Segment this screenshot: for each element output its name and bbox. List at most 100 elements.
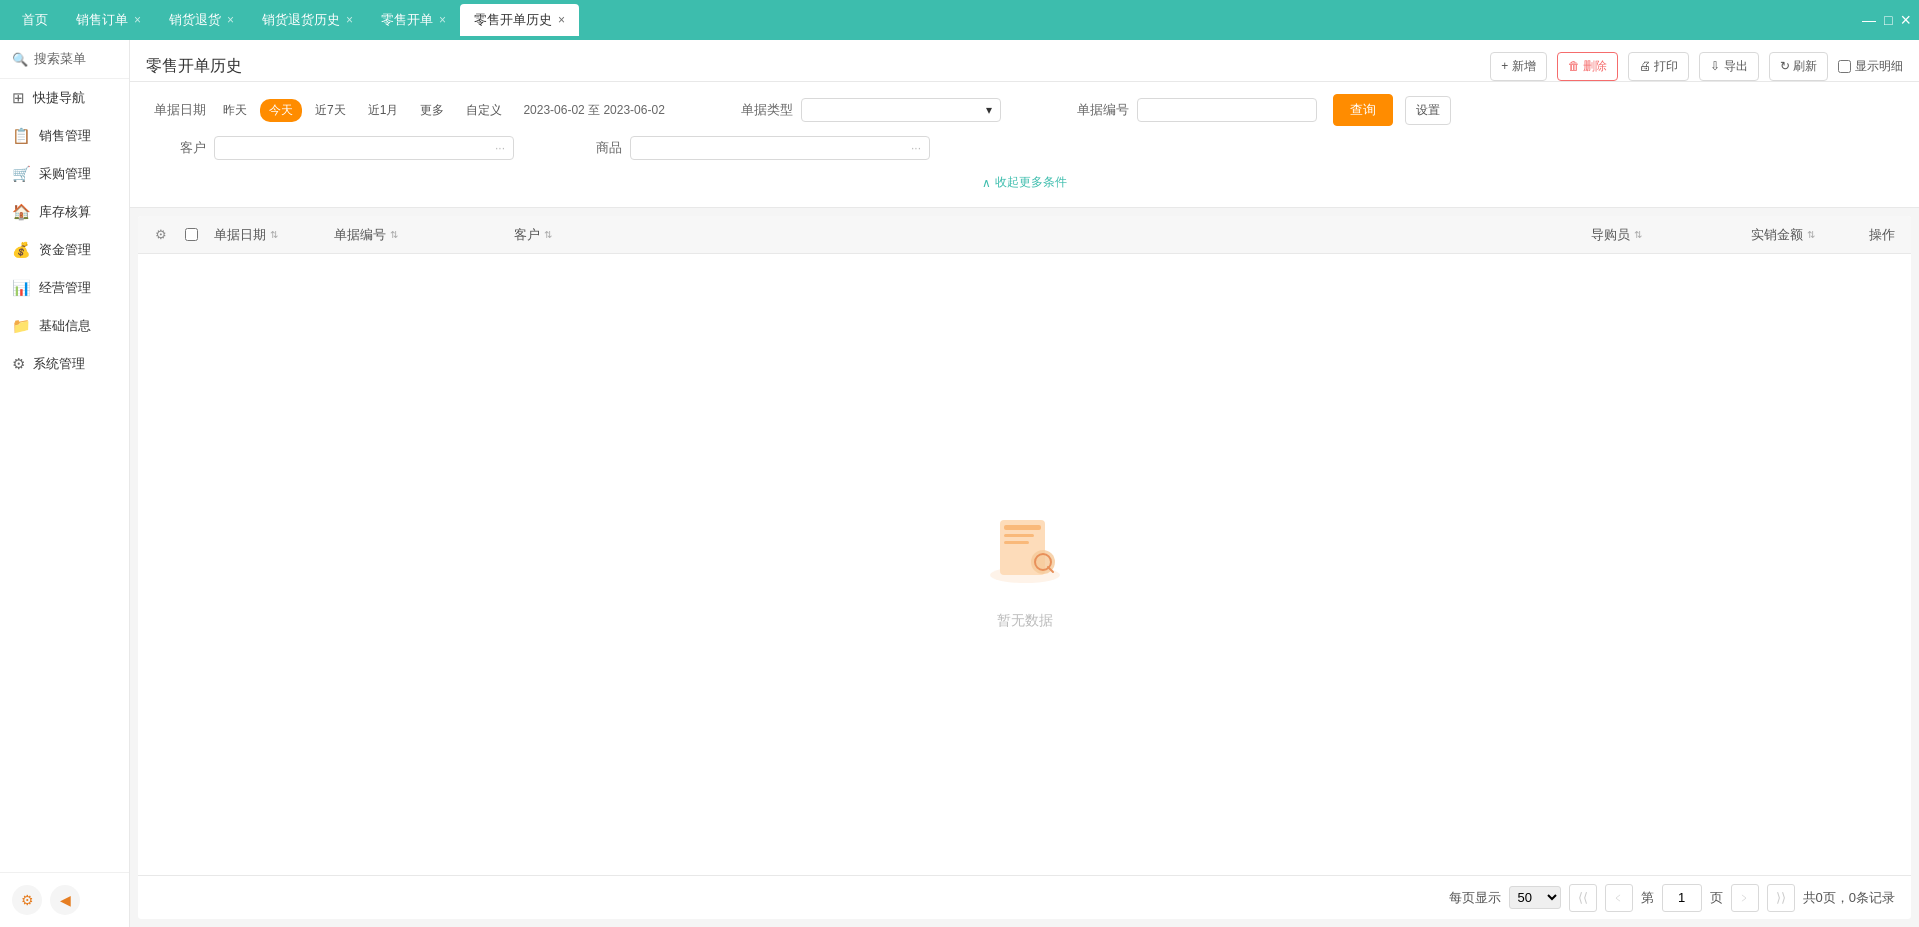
prev-page-btn[interactable]: ﹤ (1605, 884, 1633, 912)
date-last7-btn[interactable]: 近7天 (306, 99, 355, 122)
sidebar-item-finance-label: 资金管理 (39, 241, 91, 259)
first-page-btn[interactable]: ⟨⟨ (1569, 884, 1597, 912)
show-detail-text: 显示明细 (1855, 58, 1903, 75)
sidebar-item-inventory-label: 库存核算 (39, 203, 91, 221)
th-checkbox[interactable] (176, 228, 206, 241)
th-date[interactable]: 单据日期 ⇅ (206, 226, 326, 244)
total-label: 共0页，0条记录 (1803, 889, 1895, 907)
window-controls: — □ × (1862, 10, 1911, 31)
sidebar-item-system[interactable]: ⚙ 系统管理 (0, 345, 129, 383)
show-detail-label[interactable]: 显示明细 (1838, 58, 1903, 75)
per-page-label: 每页显示 (1449, 889, 1501, 907)
goods-select[interactable]: ··· (630, 136, 930, 160)
tab-sales-return-history[interactable]: 销货退货历史 × (248, 4, 367, 36)
date-more-btn[interactable]: 更多 (411, 99, 453, 122)
date-yesterday-btn[interactable]: 昨天 (214, 99, 256, 122)
table-header: ⚙ 单据日期 ⇅ 单据编号 ⇅ 客户 ⇅ 导购员 (138, 216, 1911, 254)
table-area: ⚙ 单据日期 ⇅ 单据编号 ⇅ 客户 ⇅ 导购员 (138, 216, 1911, 919)
settings-icon: ⚙ (155, 227, 167, 242)
operations-icon: 📊 (12, 279, 31, 297)
sidebar-settings-btn[interactable]: ⚙ (12, 885, 42, 915)
print-button[interactable]: 🖨 打印 (1628, 52, 1689, 81)
tab-sales-return-history-close[interactable]: × (346, 13, 353, 27)
sidebar-settings-icon: ⚙ (21, 892, 34, 908)
sidebar-search[interactable]: 🔍 搜索菜单 (0, 40, 129, 79)
sidebar-item-purchase-mgmt[interactable]: 🛒 采购管理 (0, 155, 129, 193)
th-customer[interactable]: 客户 ⇅ (506, 226, 1583, 244)
filter-row-customer: 客户 ··· 商品 ··· (146, 136, 1903, 160)
query-button[interactable]: 查询 (1333, 94, 1393, 126)
last-page-btn[interactable]: ⟩⟩ (1767, 884, 1795, 912)
sidebar-collapse-btn[interactable]: ◀ (50, 885, 80, 915)
sidebar-item-operations[interactable]: 📊 经营管理 (0, 269, 129, 307)
sidebar-item-basic-info[interactable]: 📁 基础信息 (0, 307, 129, 345)
sidebar-item-quick-nav-label: 快捷导航 (33, 89, 85, 107)
tab-retail-open-label: 零售开单 (381, 11, 433, 29)
svg-rect-4 (1004, 541, 1029, 544)
tab-retail-open-close[interactable]: × (439, 13, 446, 27)
th-guide[interactable]: 导购员 ⇅ (1583, 226, 1703, 244)
toolbar: + 新增 🗑 删除 🖨 打印 ⇩ 导出 ↻ 刷新 显示明细 (1490, 52, 1903, 81)
th-customer-sort-icon: ⇅ (544, 229, 552, 240)
doc-type-select[interactable]: ▾ (801, 98, 1001, 122)
settings-button[interactable]: 设置 (1405, 96, 1451, 125)
close-btn[interactable]: × (1900, 10, 1911, 31)
customer-select[interactable]: ··· (214, 136, 514, 160)
tab-sales-order[interactable]: 销售订单 × (62, 4, 155, 36)
tab-sales-return-history-label: 销货退货历史 (262, 11, 340, 29)
next-page-btn[interactable]: ﹥ (1731, 884, 1759, 912)
sidebar-footer: ⚙ ◀ (0, 872, 129, 927)
th-guide-sort-icon: ⇅ (1634, 229, 1642, 240)
th-settings[interactable]: ⚙ (146, 227, 176, 242)
sidebar-item-system-label: 系统管理 (33, 355, 85, 373)
th-guide-label: 导购员 (1591, 226, 1630, 244)
th-op-label: 操作 (1869, 226, 1895, 244)
doc-no-input[interactable] (1137, 98, 1317, 122)
doc-type-dropdown-icon: ▾ (986, 103, 992, 117)
delete-button[interactable]: 🗑 删除 (1557, 52, 1618, 81)
sidebar-item-finance[interactable]: 💰 资金管理 (0, 231, 129, 269)
empty-text: 暂无数据 (997, 612, 1053, 630)
page-input[interactable] (1662, 884, 1702, 912)
page-label-pre: 第 (1641, 889, 1654, 907)
goods-label: 商品 (562, 139, 622, 157)
tab-retail-history[interactable]: 零售开单历史 × (460, 4, 579, 36)
sidebar-item-sales-mgmt[interactable]: 📋 销售管理 (0, 117, 129, 155)
refresh-button[interactable]: ↻ 刷新 (1769, 52, 1828, 81)
tab-sales-return[interactable]: 销货退货 × (155, 4, 248, 36)
sidebar-item-basic-info-label: 基础信息 (39, 317, 91, 335)
collapse-btn[interactable]: ∧ 收起更多条件 (146, 170, 1903, 195)
sales-mgmt-icon: 📋 (12, 127, 31, 145)
sidebar-collapse-icon: ◀ (60, 892, 71, 908)
maximize-btn[interactable]: □ (1884, 12, 1892, 28)
export-button[interactable]: ⇩ 导出 (1699, 52, 1758, 81)
purchase-mgmt-icon: 🛒 (12, 165, 31, 183)
sidebar-item-sales-mgmt-label: 销售管理 (39, 127, 91, 145)
filter-row-date: 单据日期 昨天 今天 近7天 近1月 更多 自定义 2023-06-02 至 2… (146, 94, 1903, 126)
th-no[interactable]: 单据编号 ⇅ (326, 226, 506, 244)
tab-sales-return-close[interactable]: × (227, 13, 234, 27)
th-date-label: 单据日期 (214, 226, 266, 244)
date-group: 昨天 今天 近7天 近1月 更多 自定义 (214, 99, 511, 122)
main-layout: 🔍 搜索菜单 ⊞ 快捷导航 📋 销售管理 🛒 采购管理 🏠 库存核算 💰 资金管… (0, 40, 1919, 927)
tab-retail-open[interactable]: 零售开单 × (367, 4, 460, 36)
date-range-display: 2023-06-02 至 2023-06-02 (523, 102, 664, 119)
minimize-btn[interactable]: — (1862, 12, 1876, 28)
sidebar-item-inventory[interactable]: 🏠 库存核算 (0, 193, 129, 231)
date-today-btn[interactable]: 今天 (260, 99, 302, 122)
show-detail-checkbox[interactable] (1838, 60, 1851, 73)
add-button[interactable]: + 新增 (1490, 52, 1546, 81)
tab-retail-history-close[interactable]: × (558, 13, 565, 27)
select-all-checkbox[interactable] (185, 228, 198, 241)
per-page-select[interactable]: 10 20 50 100 (1509, 886, 1561, 909)
page-label-post: 页 (1710, 889, 1723, 907)
customer-label: 客户 (146, 139, 206, 157)
sidebar-item-quick-nav[interactable]: ⊞ 快捷导航 (0, 79, 129, 117)
th-amount-label: 实销金额 (1751, 226, 1803, 244)
date-custom-btn[interactable]: 自定义 (457, 99, 511, 122)
tab-home[interactable]: 首页 (8, 4, 62, 36)
th-amount[interactable]: 实销金额 ⇅ (1703, 226, 1823, 244)
tab-sales-order-close[interactable]: × (134, 13, 141, 27)
th-amount-sort-icon: ⇅ (1807, 229, 1815, 240)
date-last-month-btn[interactable]: 近1月 (359, 99, 408, 122)
